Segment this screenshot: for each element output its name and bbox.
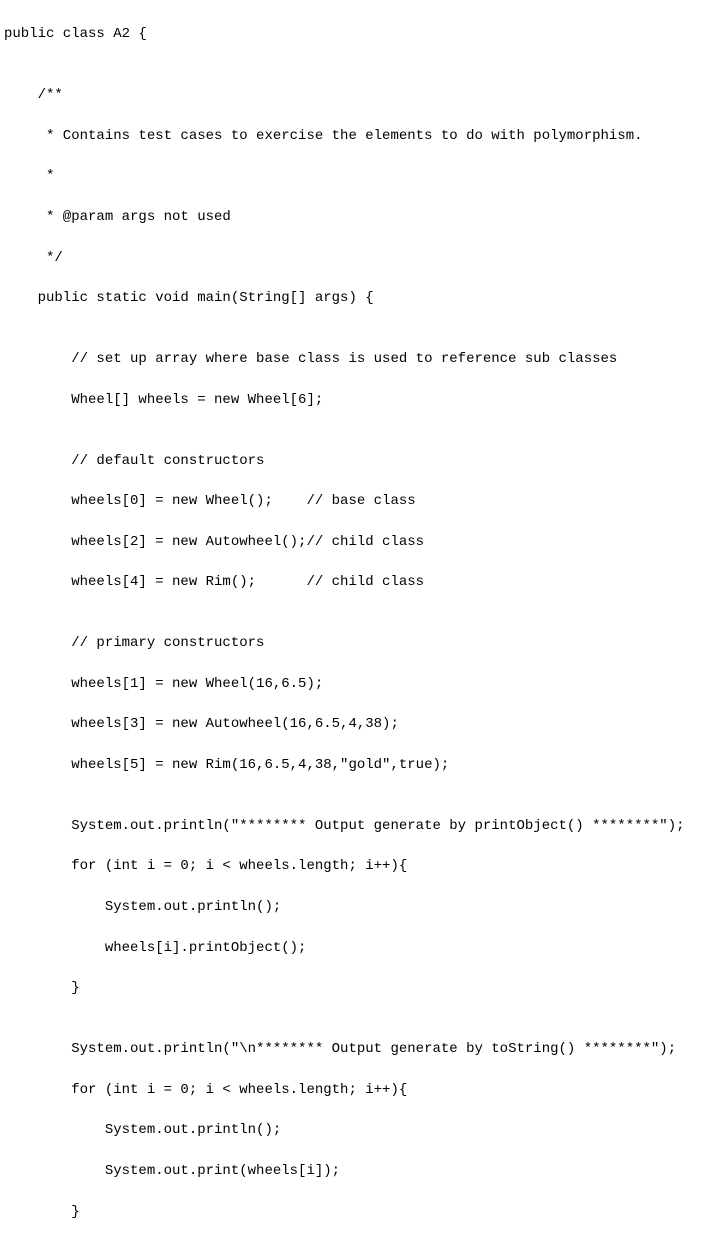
code-line: * @param args not used (4, 207, 717, 227)
code-line: System.out.print(wheels[i]); (4, 1161, 717, 1181)
code-line: System.out.println(); (4, 897, 717, 917)
code-line: wheels[i].printObject(); (4, 938, 717, 958)
code-line: public class A2 { (4, 24, 717, 44)
code-line: for (int i = 0; i < wheels.length; i++){ (4, 1080, 717, 1100)
code-line: public static void main(String[] args) { (4, 288, 717, 308)
code-line: wheels[4] = new Rim(); // child class (4, 572, 717, 592)
code-line: wheels[0] = new Wheel(); // base class (4, 491, 717, 511)
code-line: * Contains test cases to exercise the el… (4, 126, 717, 146)
code-line: wheels[5] = new Rim(16,6.5,4,38,"gold",t… (4, 755, 717, 775)
code-line: Wheel[] wheels = new Wheel[6]; (4, 390, 717, 410)
code-line: // primary constructors (4, 633, 717, 653)
code-line: * (4, 166, 717, 186)
code-line: /** (4, 85, 717, 105)
code-line: wheels[3] = new Autowheel(16,6.5,4,38); (4, 714, 717, 734)
code-line: wheels[1] = new Wheel(16,6.5); (4, 674, 717, 694)
code-line: // set up array where base class is used… (4, 349, 717, 369)
code-line: } (4, 1202, 717, 1222)
code-line: System.out.println("\n******** Output ge… (4, 1039, 717, 1059)
code-line: */ (4, 248, 717, 268)
code-line: // default constructors (4, 451, 717, 471)
code-line: System.out.println("******** Output gene… (4, 816, 717, 836)
code-line: wheels[2] = new Autowheel();// child cla… (4, 532, 717, 552)
code-line: } (4, 978, 717, 998)
code-line: for (int i = 0; i < wheels.length; i++){ (4, 856, 717, 876)
code-block: public class A2 { /** * Contains test ca… (0, 0, 717, 1234)
code-line: System.out.println(); (4, 1120, 717, 1140)
